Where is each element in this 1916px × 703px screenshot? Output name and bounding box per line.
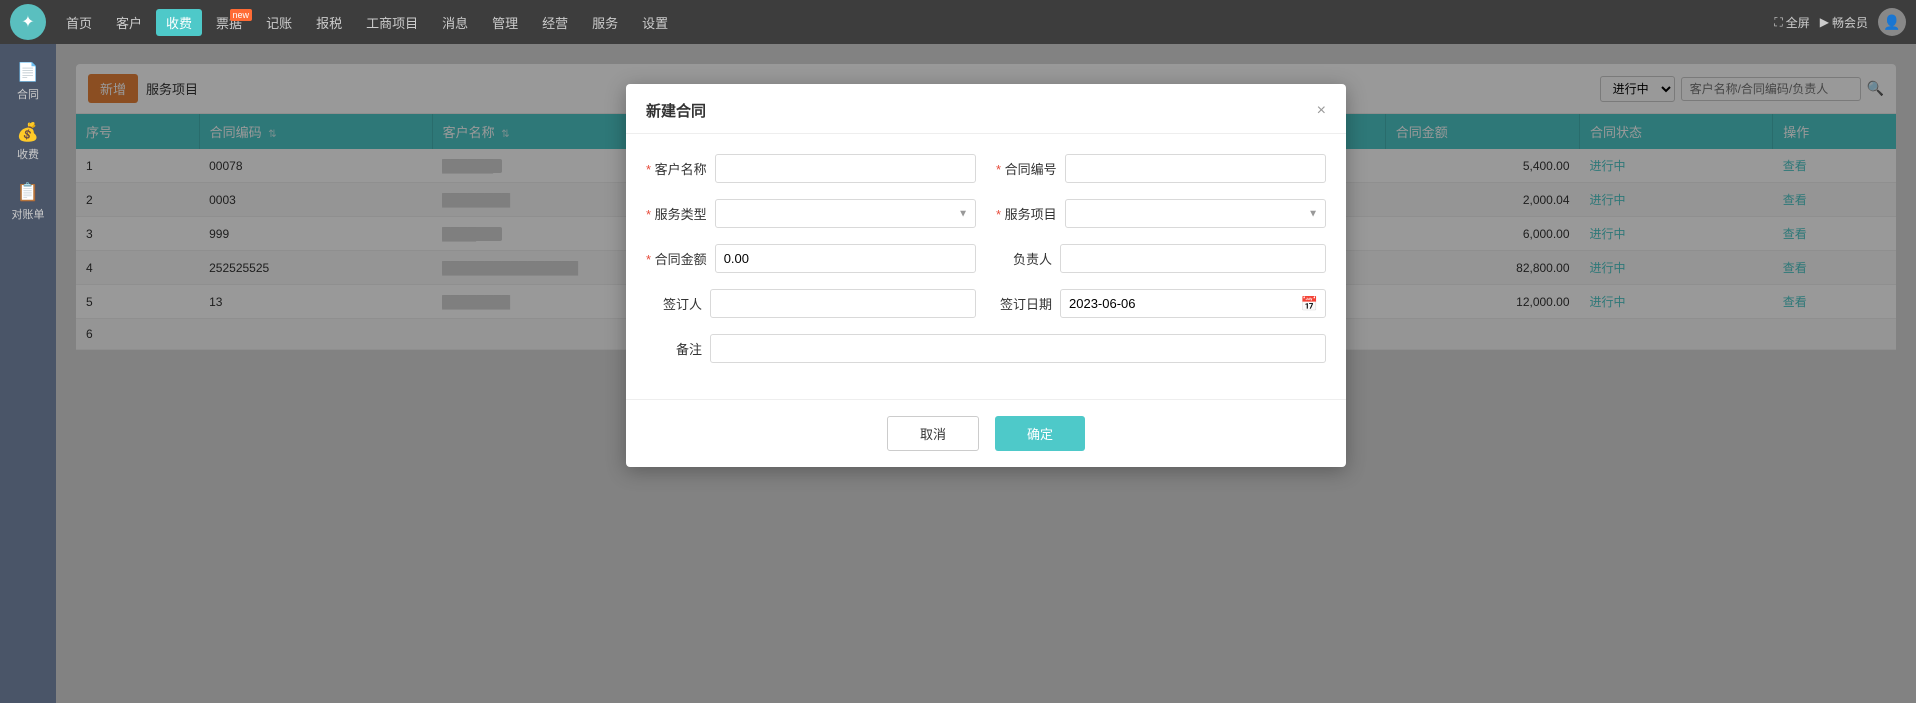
nav-item-service[interactable]: 服务: [582, 9, 628, 36]
reconcile-icon: 📋: [17, 182, 39, 203]
modal-close-button[interactable]: ×: [1317, 103, 1326, 119]
service-type-label: 服务类型: [646, 204, 707, 223]
client-name-label: 客户名称: [646, 159, 707, 178]
nav-item-messages[interactable]: 消息: [432, 9, 478, 36]
form-row-3: 合同金额 负责人: [646, 244, 1326, 273]
sign-date-input[interactable]: [1060, 289, 1326, 318]
service-item-label: 服务项目: [996, 204, 1057, 223]
form-group-signer: 签订人: [646, 289, 976, 318]
form-group-remark: 备注: [646, 334, 1326, 363]
modal-title: 新建合同: [646, 100, 706, 121]
nav-items: 首页 客户 收费 票据 new 记账 报税 工商项目 消息 管理 经营 服务 设…: [56, 9, 1774, 36]
sign-date-label: 签订日期: [996, 294, 1052, 313]
nav-item-client[interactable]: 客户: [106, 9, 152, 36]
nav-item-operation[interactable]: 经营: [532, 9, 578, 36]
nav-item-home[interactable]: 首页: [56, 9, 102, 36]
service-type-select[interactable]: [715, 199, 976, 228]
responsible-input[interactable]: [1060, 244, 1326, 273]
sidebar: 📄 合同 💰 收费 📋 对账单: [0, 44, 56, 703]
contract-icon: 📄: [17, 62, 39, 83]
amount-label: 合同金额: [646, 249, 707, 268]
modal-overlay: 新建合同 × 客户名称 合同编号: [56, 44, 1916, 703]
play-icon: ▶: [1820, 15, 1829, 29]
form-row-2: 服务类型 ▼ 服务项目: [646, 199, 1326, 228]
contract-no-input[interactable]: [1065, 154, 1326, 183]
nav-item-admin[interactable]: 管理: [482, 9, 528, 36]
sidebar-item-fee[interactable]: 💰 收费: [0, 112, 56, 172]
service-type-select-wrapper: ▼: [715, 199, 976, 228]
client-name-input[interactable]: [715, 154, 976, 183]
nav-item-tax[interactable]: 报税: [306, 9, 352, 36]
fullscreen-icon: ⛶: [1774, 15, 1782, 30]
cancel-button[interactable]: 取消: [887, 416, 979, 451]
form-group-client-name: 客户名称: [646, 154, 976, 183]
remark-input[interactable]: [710, 334, 1326, 363]
avatar[interactable]: 👤: [1878, 8, 1906, 36]
sidebar-item-reconcile[interactable]: 📋 对账单: [0, 172, 56, 232]
avatar-icon: 👤: [1883, 14, 1900, 31]
modal-footer: 取消 确定: [626, 399, 1346, 467]
nav-item-fee[interactable]: 收费: [156, 9, 202, 36]
vip-button[interactable]: ▶ 畅会员: [1820, 14, 1868, 31]
nav-right: ⛶ 全屏 ▶ 畅会员 👤: [1774, 8, 1906, 36]
remark-label: 备注: [646, 339, 702, 358]
sidebar-item-contract[interactable]: 📄 合同: [0, 52, 56, 112]
contract-no-label: 合同编号: [996, 159, 1057, 178]
modal-header: 新建合同 ×: [626, 84, 1346, 134]
fullscreen-button[interactable]: ⛶ 全屏: [1774, 14, 1809, 31]
service-item-select-wrapper: ▼: [1065, 199, 1326, 228]
form-group-contract-no: 合同编号: [996, 154, 1326, 183]
main-layout: 📄 合同 💰 收费 📋 对账单 新增 服务项目 进行中 已完成 已终止: [0, 44, 1916, 703]
form-group-sign-date: 签订日期 📅: [996, 289, 1326, 318]
form-group-responsible: 负责人: [996, 244, 1326, 273]
form-group-service-type: 服务类型 ▼: [646, 199, 976, 228]
form-row-1: 客户名称 合同编号: [646, 154, 1326, 183]
calendar-icon[interactable]: 📅: [1301, 295, 1318, 312]
form-row-4: 签订人 签订日期 📅: [646, 289, 1326, 318]
content-area: 新增 服务项目 进行中 已完成 已终止 🔍 序号: [56, 44, 1916, 703]
nav-item-invoice[interactable]: 票据 new: [206, 9, 252, 36]
new-badge: new: [230, 9, 253, 21]
nav-item-settings[interactable]: 设置: [632, 9, 678, 36]
logo-icon: ✦: [21, 12, 34, 32]
fee-icon: 💰: [17, 122, 39, 143]
logo: ✦: [10, 4, 46, 40]
service-item-select[interactable]: [1065, 199, 1326, 228]
signer-label: 签订人: [646, 294, 702, 313]
confirm-button[interactable]: 确定: [995, 416, 1085, 451]
amount-input[interactable]: [715, 244, 976, 273]
nav-item-bookkeeping[interactable]: 记账: [256, 9, 302, 36]
form-group-amount: 合同金额: [646, 244, 976, 273]
form-group-service-item: 服务项目 ▼: [996, 199, 1326, 228]
modal-dialog: 新建合同 × 客户名称 合同编号: [626, 84, 1346, 467]
responsible-label: 负责人: [996, 249, 1052, 268]
form-row-5: 备注: [646, 334, 1326, 363]
signer-input[interactable]: [710, 289, 976, 318]
sign-date-wrapper: 📅: [1060, 289, 1326, 318]
nav-item-bizproject[interactable]: 工商项目: [356, 9, 428, 36]
modal-body: 客户名称 合同编号 服务类型: [626, 134, 1346, 399]
top-navigation: ✦ 首页 客户 收费 票据 new 记账 报税 工商项目 消息 管理 经营 服务…: [0, 0, 1916, 44]
